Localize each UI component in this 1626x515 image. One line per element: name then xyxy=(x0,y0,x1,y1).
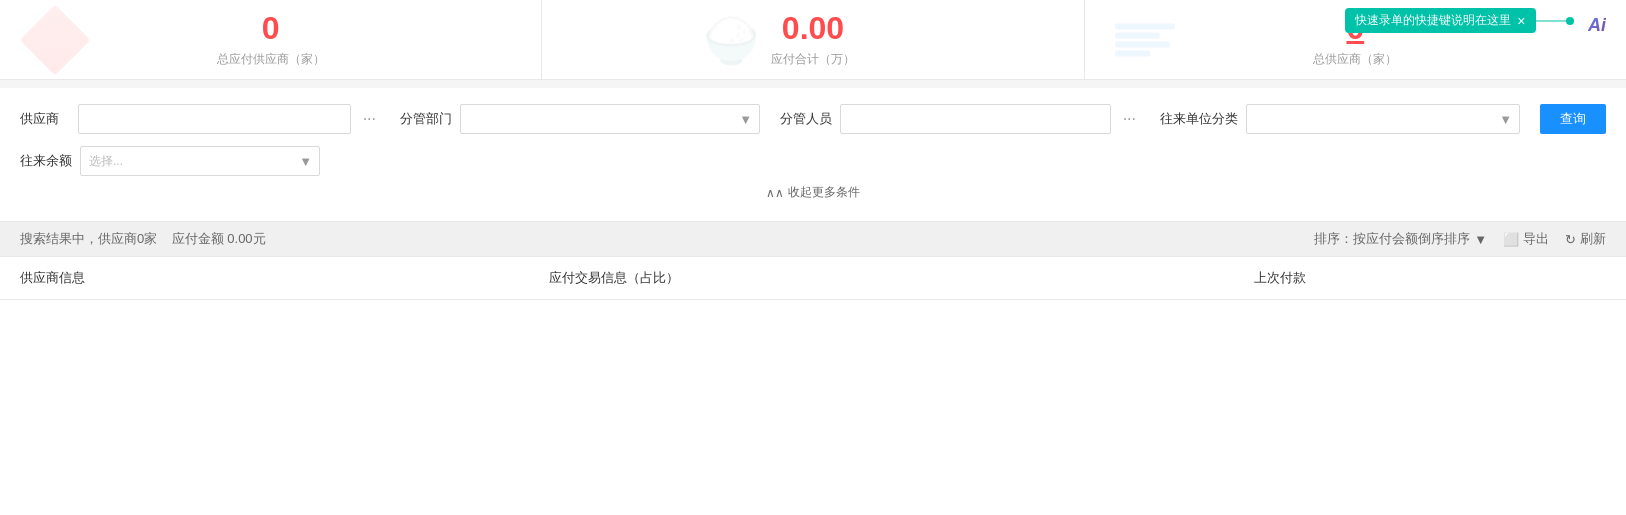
stat-number-total: 0.00 xyxy=(782,11,844,46)
stat-suppliers-payable: 0 总应付供应商（家） xyxy=(0,0,542,79)
supplier-input[interactable] xyxy=(78,104,351,134)
stats-bar: 0 总应付供应商（家） 🍚 0.00 应付合计（万） 快速录单的快捷键说明在这里… xyxy=(0,0,1626,80)
filter-row-1: 供应商 ··· 分管部门 ▼ 分管人员 ··· 往来单位分类 ▼ xyxy=(20,104,1606,134)
stat-number-payable: 0 xyxy=(262,11,280,46)
table-container: 供应商信息 应付交易信息（占比） 上次付款 xyxy=(0,257,1626,515)
preview-bar-3 xyxy=(1115,41,1170,47)
person-dots-btn[interactable]: ··· xyxy=(1119,110,1140,128)
supplier-input-wrapper xyxy=(78,104,351,134)
filter-area: 供应商 ··· 分管部门 ▼ 分管人员 ··· 往来单位分类 ▼ xyxy=(0,88,1626,222)
supplier-dots-btn[interactable]: ··· xyxy=(359,110,380,128)
refresh-icon: ↻ xyxy=(1565,232,1576,247)
collapse-up-icon: ∧∧ xyxy=(766,186,784,200)
tooltip-bubble: 快速录单的快捷键说明在这里 × xyxy=(1345,8,1535,33)
sort-label: 排序：按应付会额倒序排序 xyxy=(1314,230,1470,248)
preview-bar-4 xyxy=(1115,50,1150,56)
diamond-icon xyxy=(20,4,91,75)
preview-bars xyxy=(1115,23,1175,56)
stat-label-total: 应付合计（万） xyxy=(771,51,855,68)
refresh-label: 刷新 xyxy=(1580,230,1606,248)
query-button[interactable]: 查询 xyxy=(1540,104,1606,134)
filter-row-2: 往来余额 ▼ xyxy=(20,146,1606,176)
tooltip-text: 快速录单的快捷键说明在这里 xyxy=(1355,12,1511,29)
stat-total-suppliers: 快速录单的快捷键说明在这里 × 0 总供应商（家） Ai xyxy=(1085,0,1626,79)
balance-input[interactable] xyxy=(80,146,320,176)
collapse-row: ∧∧ 收起更多条件 xyxy=(20,176,1606,213)
unit-label: 往来单位分类 xyxy=(1160,110,1238,128)
table-body xyxy=(0,300,1626,515)
results-text: 搜索结果中，供应商0家 xyxy=(20,231,157,246)
collapse-button[interactable]: ∧∧ 收起更多条件 xyxy=(750,180,876,205)
supplier-label: 供应商 xyxy=(20,110,70,128)
filter-unit: 往来单位分类 ▼ xyxy=(1160,104,1540,134)
tooltip-dot xyxy=(1566,17,1574,25)
export-label: 导出 xyxy=(1523,230,1549,248)
results-amount: 应付金额 0.00元 xyxy=(172,231,266,246)
person-label: 分管人员 xyxy=(780,110,832,128)
sort-arrow-icon: ▼ xyxy=(1474,232,1487,247)
person-input[interactable] xyxy=(840,104,1111,134)
unit-input-wrapper: ▼ xyxy=(1246,104,1520,134)
stat-label-suppliers: 总供应商（家） xyxy=(1313,51,1397,68)
balance-label: 往来余额 xyxy=(20,152,72,170)
col-transaction-header: 应付交易信息（占比） xyxy=(549,269,1254,287)
col-payment-header: 上次付款 xyxy=(1254,269,1606,287)
results-info: 搜索结果中，供应商0家 应付金额 0.00元 xyxy=(20,230,266,248)
department-input[interactable] xyxy=(460,104,760,134)
rice-icon: 🍚 xyxy=(703,13,759,66)
export-icon: ⬜ xyxy=(1503,232,1519,247)
preview-bar-2 xyxy=(1115,32,1160,38)
results-bar: 搜索结果中，供应商0家 应付金额 0.00元 排序：按应付会额倒序排序 ▼ ⬜ … xyxy=(0,222,1626,257)
stat-label-payable: 总应付供应商（家） xyxy=(217,51,325,68)
refresh-button[interactable]: ↻ 刷新 xyxy=(1565,230,1606,248)
table-header: 供应商信息 应付交易信息（占比） 上次付款 xyxy=(0,257,1626,300)
department-input-wrapper: ▼ xyxy=(460,104,760,134)
balance-input-wrapper: ▼ xyxy=(80,146,320,176)
filter-department: 分管部门 ▼ xyxy=(400,104,780,134)
tooltip-close-btn[interactable]: × xyxy=(1517,14,1525,28)
ai-badge: Ai xyxy=(1588,15,1606,36)
collapse-label: 收起更多条件 xyxy=(788,184,860,201)
results-actions: 排序：按应付会额倒序排序 ▼ ⬜ 导出 ↻ 刷新 xyxy=(1314,230,1606,248)
col-supplier-header: 供应商信息 xyxy=(20,269,549,287)
department-label: 分管部门 xyxy=(400,110,452,128)
person-input-wrapper xyxy=(840,104,1111,134)
export-button[interactable]: ⬜ 导出 xyxy=(1503,230,1549,248)
preview-bar-1 xyxy=(1115,23,1175,29)
sort-button[interactable]: 排序：按应付会额倒序排序 ▼ xyxy=(1314,230,1487,248)
stat-payable-total: 🍚 0.00 应付合计（万） xyxy=(542,0,1084,79)
filter-balance: 往来余额 ▼ xyxy=(20,146,340,176)
filter-supplier: 供应商 ··· xyxy=(20,104,400,134)
filter-person: 分管人员 ··· xyxy=(780,104,1160,134)
unit-input[interactable] xyxy=(1246,104,1520,134)
